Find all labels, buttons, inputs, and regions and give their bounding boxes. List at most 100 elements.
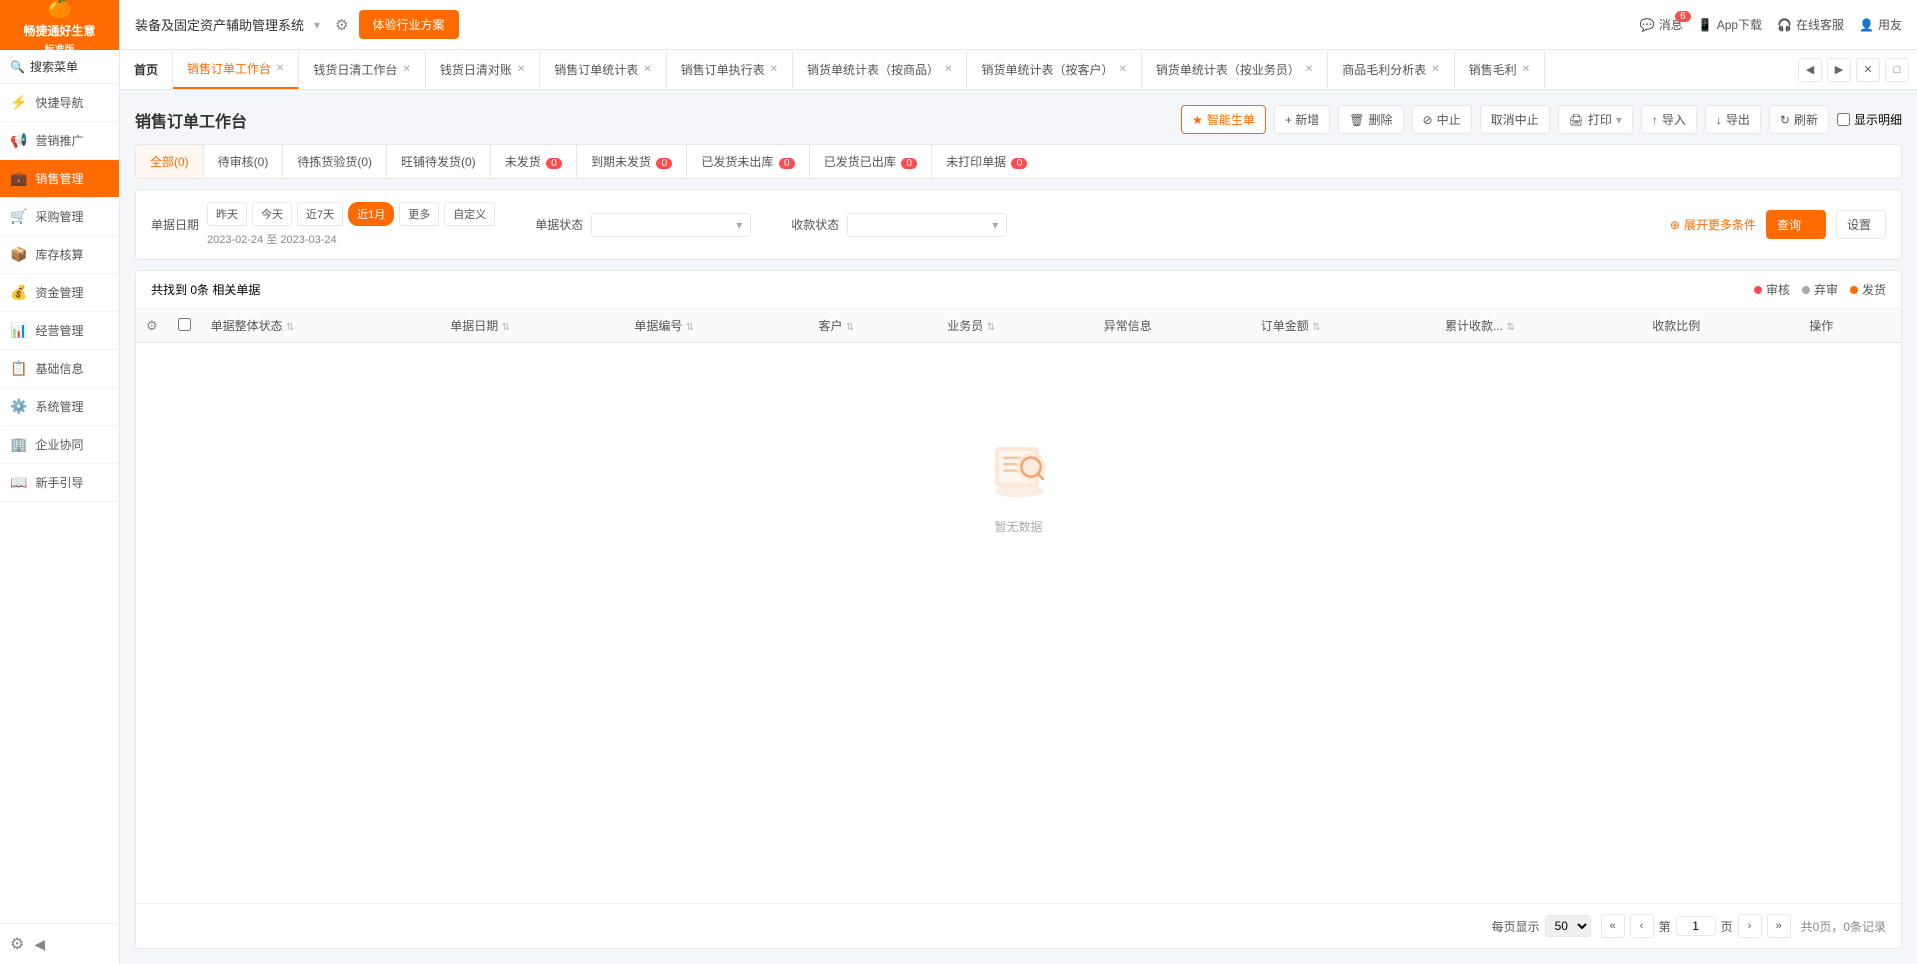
user-btn[interactable]: 👤 用友 [1859, 16, 1902, 33]
date-7days-btn[interactable]: 近7天 [297, 202, 343, 226]
tab-expand-btn[interactable]: □ [1885, 58, 1909, 82]
filter-tab-not-shipped[interactable]: 未发货 0 [491, 145, 577, 178]
stop-btn[interactable]: ⊘ 中止 [1412, 105, 1472, 134]
tab-cash-daily[interactable]: 钱货日清工作台 ✕ [299, 51, 425, 88]
tab-close-icon[interactable]: ✕ [1305, 64, 1313, 75]
col-settings[interactable]: ⚙ [136, 309, 168, 343]
tab-close-icon[interactable]: ✕ [402, 64, 410, 75]
purchase-icon: 🛒 [10, 208, 27, 225]
withdraw-action[interactable]: 弃审 [1802, 281, 1838, 298]
sidebar-item-guide[interactable]: 📖 新手引导 [0, 464, 119, 502]
expand-conditions-btn[interactable]: ⊕ 展开更多条件 [1670, 216, 1756, 233]
sidebar-collapse-icon[interactable]: ◀ [34, 936, 45, 953]
table-scroll[interactable]: ⚙ 单据整体状态 ⇅ 单据日期 ⇅ [136, 309, 1901, 903]
filter-tab-pending-inspect[interactable]: 待拣货验货(0) [283, 145, 387, 178]
select-all-checkbox[interactable] [178, 318, 191, 331]
sidebar-item-sales[interactable]: 💼 销售管理 [0, 160, 119, 198]
col-checkbox[interactable] [168, 309, 201, 343]
status-select[interactable]: ▾ [591, 213, 751, 237]
collection-select[interactable]: ▾ [847, 213, 1007, 237]
tab-sales-summary-customer[interactable]: 销货单统计表（按客户） ✕ [967, 51, 1141, 88]
sort-icon[interactable]: ⇅ [1312, 322, 1320, 333]
query-btn[interactable]: 查询 [1766, 210, 1826, 239]
sort-icon[interactable]: ⇅ [686, 322, 694, 333]
sidebar-settings-icon[interactable]: ⚙ [10, 934, 24, 954]
date-today-btn[interactable]: 今天 [252, 202, 292, 226]
tab-close-all-btn[interactable]: ✕ [1856, 58, 1880, 82]
next-page-btn[interactable]: › [1738, 914, 1762, 938]
tab-close-icon[interactable]: ✕ [944, 64, 952, 75]
review-action[interactable]: 审核 [1754, 281, 1790, 298]
column-settings-icon[interactable]: ⚙ [146, 318, 158, 333]
sidebar-item-marketing[interactable]: 📢 营销推广 [0, 122, 119, 160]
sort-icon[interactable]: ⇅ [846, 322, 854, 333]
filter-tab-pending-review[interactable]: 待审核(0) [204, 145, 284, 178]
page-size-select[interactable]: 50 [1545, 915, 1591, 937]
sidebar-item-operations[interactable]: 📊 经营管理 [0, 312, 119, 350]
filter-tab-shipped-out[interactable]: 已发货已出库 0 [810, 145, 932, 178]
delete-btn[interactable]: 🗑 删除 [1338, 105, 1403, 134]
tab-sales-workbench[interactable]: 销售订单工作台 ✕ [173, 50, 299, 89]
filter-tab-overdue[interactable]: 到期未发货 0 [577, 145, 687, 178]
filter-tab-shipped-not-out[interactable]: 已发货未出库 0 [687, 145, 809, 178]
export-btn[interactable]: ↓ 导出 [1705, 105, 1761, 134]
filter-tab-not-printed-label: 未打印单据 [946, 155, 1006, 169]
messages-btn[interactable]: 💬 消息 6 [1640, 16, 1683, 33]
print-btn[interactable]: 🖨 打印 ▾ [1558, 105, 1633, 134]
filter-tab-all[interactable]: 全部(0) [136, 145, 204, 178]
tab-close-icon[interactable]: ✕ [1118, 64, 1126, 75]
sidebar-item-inventory[interactable]: 📦 库存核算 [0, 236, 119, 274]
date-1month-btn[interactable]: 近1月 [348, 202, 394, 226]
sort-icon[interactable]: ⇅ [1506, 322, 1514, 333]
refresh-btn[interactable]: ↻ 刷新 [1769, 105, 1829, 134]
sidebar-item-system[interactable]: ⚙️ 系统管理 [0, 388, 119, 426]
sort-icon[interactable]: ⇅ [286, 322, 294, 333]
sidebar-item-enterprise[interactable]: 🏢 企业协同 [0, 426, 119, 464]
industry-btn[interactable]: 体验行业方案 [359, 10, 459, 39]
sidebar-item-basic-info[interactable]: 📋 基础信息 [0, 350, 119, 388]
tab-close-icon[interactable]: ✕ [770, 64, 778, 75]
filter-tab-not-printed[interactable]: 未打印单据 0 [932, 145, 1041, 178]
tab-close-icon[interactable]: ✕ [1522, 64, 1530, 75]
last-page-btn[interactable]: » [1767, 914, 1791, 938]
tab-sales-summary-staff[interactable]: 销货单统计表（按业务员） ✕ [1142, 51, 1328, 88]
tab-next-btn[interactable]: ▶ [1827, 58, 1851, 82]
tab-gross-profit[interactable]: 商品毛利分析表 ✕ [1328, 51, 1454, 88]
tab-close-icon[interactable]: ✕ [276, 63, 284, 74]
settings-btn[interactable]: 设置 [1836, 210, 1886, 239]
tab-close-icon[interactable]: ✕ [643, 64, 651, 75]
ship-action[interactable]: 发货 [1850, 281, 1886, 298]
app-download-btn[interactable]: 📱 App下载 [1698, 16, 1762, 33]
tab-cash-reconcile[interactable]: 钱货日清对账 ✕ [426, 51, 540, 88]
import-btn[interactable]: ↑ 导入 [1641, 105, 1697, 134]
cancel-stop-btn[interactable]: 取消中止 [1480, 105, 1550, 134]
tab-prev-btn[interactable]: ◀ [1798, 58, 1822, 82]
smart-generate-btn[interactable]: ★ 智能生单 [1181, 105, 1266, 134]
online-service-btn[interactable]: 🎧 在线客服 [1777, 16, 1844, 33]
tab-sales-exec[interactable]: 销售订单执行表 ✕ [667, 51, 793, 88]
filter-tab-wangpu[interactable]: 旺铺待发货(0) [387, 145, 491, 178]
tab-close-icon[interactable]: ✕ [517, 64, 525, 75]
tab-close-icon[interactable]: ✕ [1431, 64, 1439, 75]
date-yesterday-btn[interactable]: 昨天 [207, 202, 247, 226]
first-page-btn[interactable]: « [1601, 914, 1625, 938]
date-custom-btn[interactable]: 自定义 [444, 202, 495, 226]
tab-sales-gross[interactable]: 销售毛利 ✕ [1455, 51, 1545, 88]
tab-sales-summary-product[interactable]: 销货单统计表（按商品） ✕ [793, 51, 967, 88]
tab-home[interactable]: 首页 [120, 51, 173, 88]
header-dropdown-icon[interactable]: ▾ [314, 18, 320, 32]
tab-sales-stats[interactable]: 销售订单统计表 ✕ [540, 51, 666, 88]
status-label: 单据状态 [535, 216, 583, 233]
show-detail-input[interactable] [1837, 113, 1850, 126]
prev-page-btn[interactable]: ‹ [1630, 914, 1654, 938]
page-input[interactable] [1676, 916, 1716, 936]
add-btn[interactable]: + 新增 [1274, 105, 1330, 134]
sidebar-item-quick-nav[interactable]: ⚡ 快捷导航 [0, 84, 119, 122]
header-settings-icon[interactable]: ⚙ [335, 16, 348, 34]
sort-icon[interactable]: ⇅ [502, 322, 510, 333]
sort-icon[interactable]: ⇅ [987, 322, 995, 333]
date-more-btn[interactable]: 更多 [399, 202, 439, 226]
sidebar-item-purchase[interactable]: 🛒 采购管理 [0, 198, 119, 236]
show-detail-checkbox[interactable]: 显示明细 [1837, 111, 1902, 128]
sidebar-item-finance[interactable]: 💰 资金管理 [0, 274, 119, 312]
